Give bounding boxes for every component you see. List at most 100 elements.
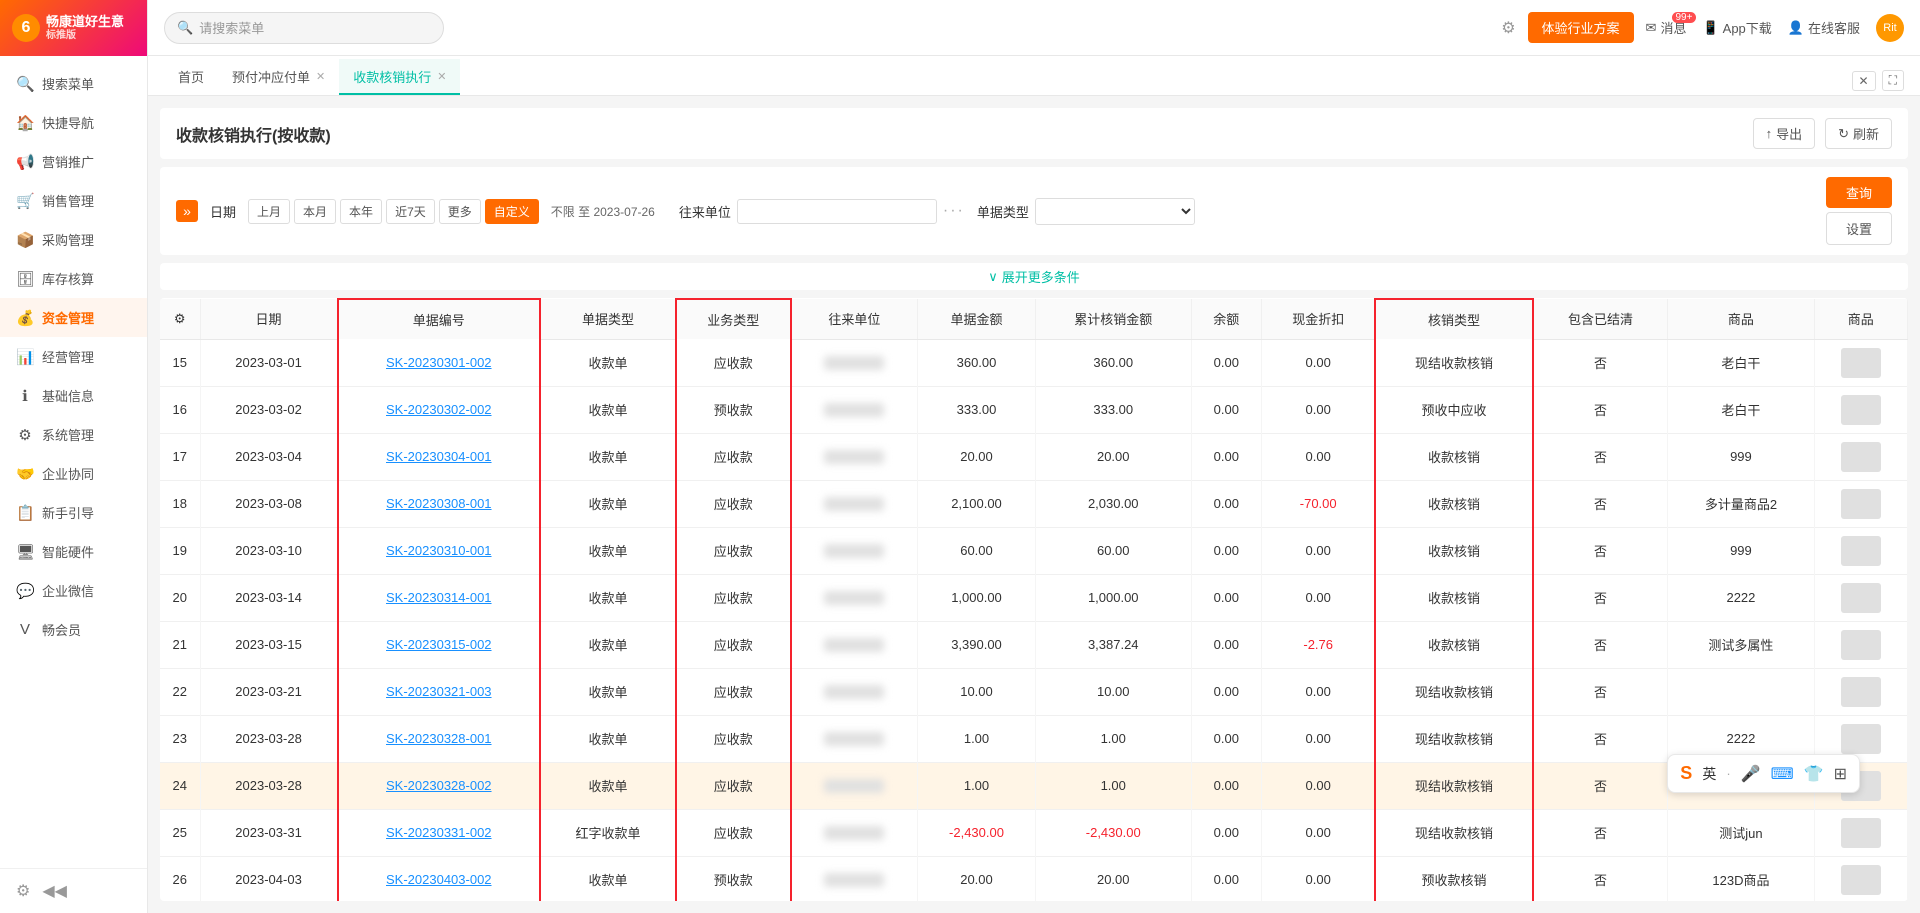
- cell-order-no[interactable]: SK-20230304-001: [338, 433, 540, 480]
- cell-date: 2023-03-15: [200, 621, 338, 668]
- col-settings[interactable]: ⚙: [160, 299, 200, 339]
- ime-grid-icon[interactable]: ⊞: [1834, 764, 1847, 784]
- ime-shirt-icon[interactable]: 👕: [1804, 764, 1824, 784]
- filter-toggle-btn[interactable]: »: [176, 200, 198, 222]
- cell-partner: [791, 668, 918, 715]
- table-body: 15 2023-03-01 SK-20230301-002 收款单 应收款 36…: [160, 339, 1908, 901]
- cell-write-off-type: 收款核销: [1375, 480, 1532, 527]
- table-row: 18 2023-03-08 SK-20230308-001 收款单 应收款 2,…: [160, 480, 1908, 527]
- sidebar-item-system[interactable]: ⚙系统管理: [0, 415, 147, 454]
- tab-payable-close[interactable]: ✕: [316, 70, 325, 83]
- refresh-button[interactable]: ↻ 刷新: [1825, 118, 1892, 149]
- sidebar-item-hardware[interactable]: 🖥智能硬件: [0, 532, 147, 571]
- sidebar-item-enterprise[interactable]: 🤝企业协同: [0, 454, 147, 493]
- sidebar-item-guide[interactable]: 📋新手引导: [0, 493, 147, 532]
- filter-this-year[interactable]: 本年: [340, 199, 382, 224]
- cell-order-no[interactable]: SK-20230328-001: [338, 715, 540, 762]
- sidebar-item-inventory[interactable]: 🗄库存核算: [0, 259, 147, 298]
- sidebar-label-quicknav: 快捷导航: [42, 113, 94, 132]
- table-wrapper[interactable]: ⚙ 日期 单据编号 单据类型 业务类型 往来单位 单据金额 累计核销金额 余额 …: [160, 298, 1908, 901]
- cell-order-no[interactable]: SK-20230308-001: [338, 480, 540, 527]
- tab-payable[interactable]: 预付冲应付单 ✕: [218, 59, 339, 95]
- cell-order-no[interactable]: SK-20230302-002: [338, 386, 540, 433]
- col-discount: 现金折扣: [1262, 299, 1376, 339]
- cell-voucher-type: 收款单: [540, 386, 676, 433]
- logo-subtitle: 标推版: [46, 30, 124, 42]
- gear-icon[interactable]: ⚙: [1501, 18, 1515, 38]
- sidebar-item-operations[interactable]: 📊经营管理: [0, 337, 147, 376]
- query-button[interactable]: 查询: [1826, 177, 1892, 208]
- cell-order-no[interactable]: SK-20230301-002: [338, 339, 540, 386]
- sidebar-label-operations: 经营管理: [42, 347, 94, 366]
- sidebar-item-basic[interactable]: ℹ基础信息: [0, 376, 147, 415]
- cell-product1: 2222: [1668, 574, 1814, 621]
- online-service-button[interactable]: 👤 在线客服: [1788, 18, 1860, 37]
- cell-biz-type: 应收款: [676, 715, 791, 762]
- sidebar-item-wechat[interactable]: 💬企业微信: [0, 571, 147, 610]
- cell-date: 2023-03-28: [200, 762, 338, 809]
- col-order-no: 单据编号: [338, 299, 540, 339]
- cell-order-no[interactable]: SK-20230403-002: [338, 856, 540, 901]
- avatar[interactable]: Rit: [1876, 14, 1904, 42]
- sidebar-item-quicknav[interactable]: 🏠 快捷导航: [0, 103, 147, 142]
- industry-button[interactable]: 体验行业方案: [1528, 12, 1634, 43]
- cell-cum-amount: 2,030.00: [1035, 480, 1191, 527]
- cell-order-no[interactable]: SK-20230310-001: [338, 527, 540, 574]
- sidebar-label-system: 系统管理: [42, 425, 94, 444]
- table-row: 19 2023-03-10 SK-20230310-001 收款单 应收款 60…: [160, 527, 1908, 574]
- sidebar-item-purchase[interactable]: 📦采购管理: [0, 220, 147, 259]
- filter-custom[interactable]: 自定义: [485, 199, 539, 224]
- tab-close-btn[interactable]: ✕: [1852, 71, 1876, 91]
- sidebar-item-finance[interactable]: 💰资金管理: [0, 298, 147, 337]
- cell-product2: [1814, 574, 1907, 621]
- cell-order-no[interactable]: SK-20230321-003: [338, 668, 540, 715]
- filter-7days[interactable]: 近7天: [386, 199, 435, 224]
- quicknav-icon: 🏠: [16, 114, 34, 132]
- export-label: 导出: [1776, 124, 1802, 143]
- cell-order-no[interactable]: SK-20230314-001: [338, 574, 540, 621]
- ime-keyboard-icon[interactable]: ⌨: [1771, 764, 1794, 784]
- tab-collection[interactable]: 收款核销执行 ✕: [339, 59, 460, 95]
- messages-button[interactable]: ✉ 消息 99+: [1646, 18, 1687, 37]
- filter-this-month[interactable]: 本月: [294, 199, 336, 224]
- cell-balance: 0.00: [1191, 809, 1261, 856]
- sidebar-item-marketing[interactable]: 📢营销推广: [0, 142, 147, 181]
- cell-partner: [791, 527, 918, 574]
- search-input[interactable]: 🔍 请搜索菜单: [164, 12, 444, 44]
- cell-discount: 0.00: [1262, 809, 1376, 856]
- filter-more[interactable]: 更多: [439, 199, 481, 224]
- filter-last-month[interactable]: 上月: [248, 199, 290, 224]
- export-button[interactable]: ↑ 导出: [1753, 118, 1816, 149]
- tab-maximize-btn[interactable]: ⛶: [1882, 70, 1904, 91]
- sidebar-item-search[interactable]: 🔍搜索菜单: [0, 64, 147, 103]
- cell-write-off-type: 收款核销: [1375, 574, 1532, 621]
- settings-bottom-icon[interactable]: ⚙: [16, 881, 30, 901]
- export-icon: ↑: [1766, 126, 1773, 141]
- cell-product1: 999: [1668, 433, 1814, 480]
- sidebar-item-member[interactable]: V畅会员: [0, 610, 147, 649]
- cell-balance: 0.00: [1191, 527, 1261, 574]
- expand-conditions-btn[interactable]: ∨ 展开更多条件: [988, 267, 1080, 286]
- sidebar-item-sales[interactable]: 🛒销售管理: [0, 181, 147, 220]
- cell-biz-type: 应收款: [676, 480, 791, 527]
- search-icon: 🔍: [177, 20, 193, 36]
- tab-collection-close[interactable]: ✕: [437, 70, 446, 83]
- settings-button[interactable]: 设置: [1826, 212, 1892, 245]
- cell-biz-type: 应收款: [676, 809, 791, 856]
- partner-input[interactable]: [737, 199, 937, 224]
- cell-order-no[interactable]: SK-20230331-002: [338, 809, 540, 856]
- app-download-button[interactable]: 📱 App下载: [1702, 18, 1771, 37]
- cell-order-no[interactable]: SK-20230328-002: [338, 762, 540, 809]
- cell-order-no[interactable]: SK-20230315-002: [338, 621, 540, 668]
- cell-no: 20: [160, 574, 200, 621]
- cell-no: 26: [160, 856, 200, 901]
- voucher-type-select[interactable]: [1035, 198, 1195, 225]
- cell-discount: 0.00: [1262, 386, 1376, 433]
- tab-home[interactable]: 首页: [164, 59, 218, 95]
- cell-cum-amount: 1,000.00: [1035, 574, 1191, 621]
- table-row: 23 2023-03-28 SK-20230328-001 收款单 应收款 1.…: [160, 715, 1908, 762]
- collapse-icon[interactable]: ◀◀: [42, 881, 67, 901]
- ime-mic-icon[interactable]: 🎤: [1741, 764, 1761, 784]
- cell-balance: 0.00: [1191, 386, 1261, 433]
- purchase-icon: 📦: [16, 231, 34, 249]
